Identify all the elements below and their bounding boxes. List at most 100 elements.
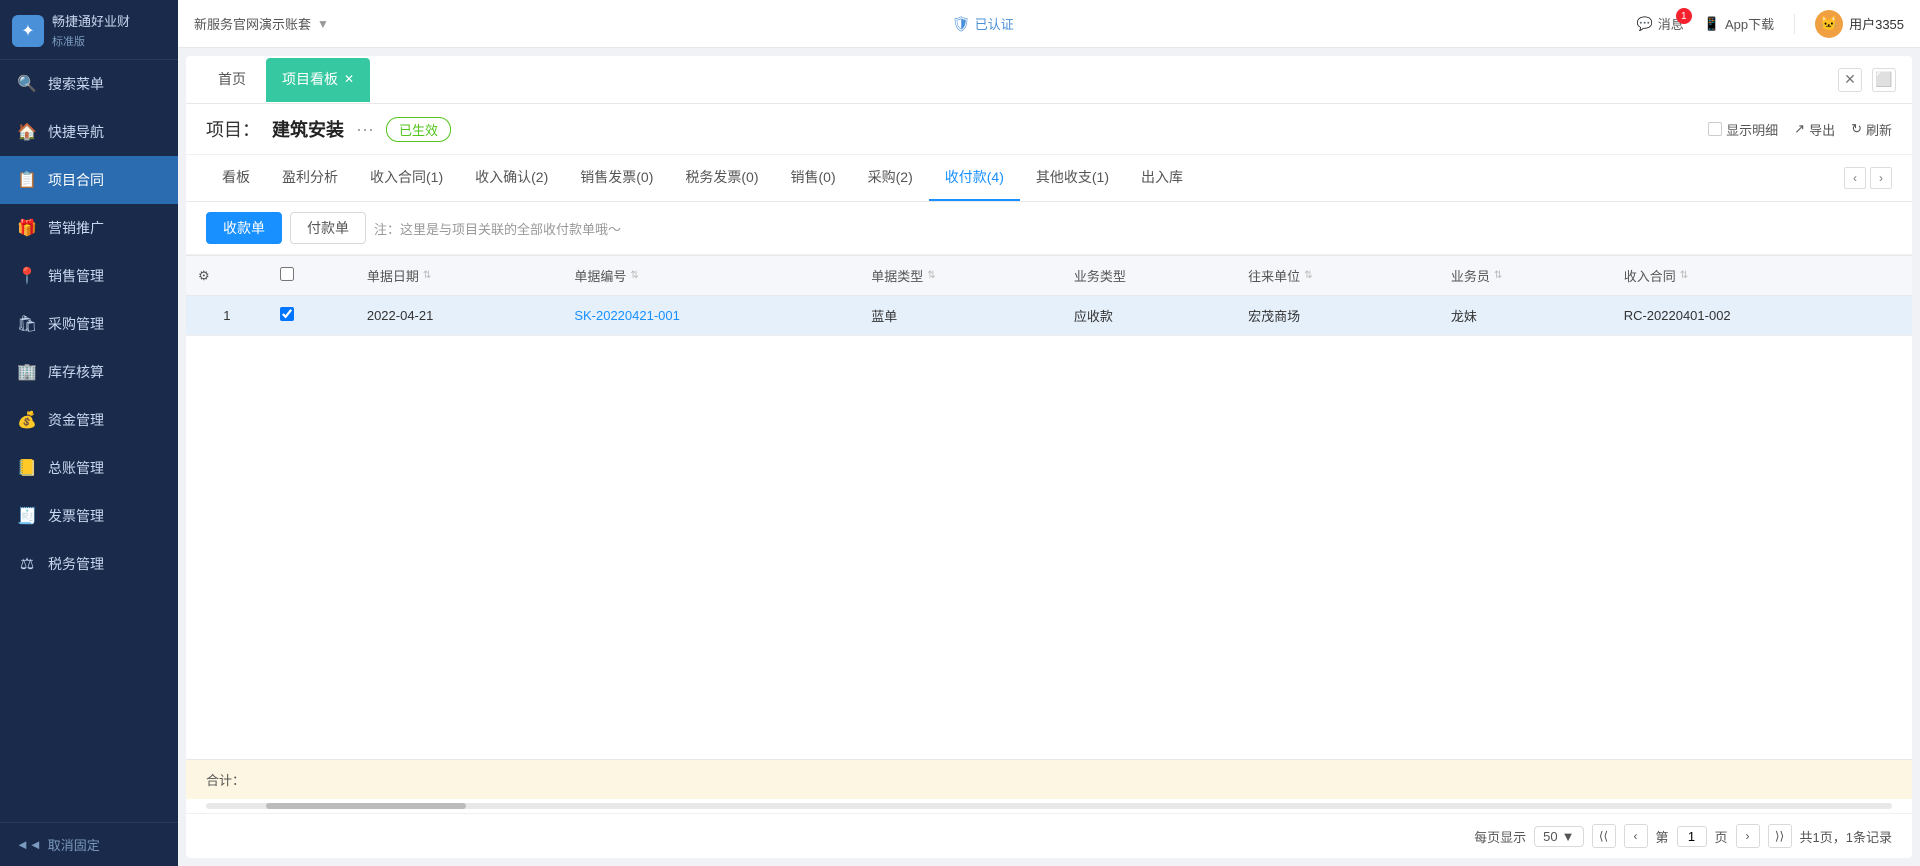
sidebar-label-inventory: 库存核算	[48, 362, 104, 382]
pagination: 每页显示 50 ▼ ⟨⟨ ‹ 第 页 › ⟩⟩ 共1页，1条记录	[186, 813, 1912, 858]
subtab-income-contract[interactable]: 收入合同(1)	[354, 155, 459, 201]
per-page-value: 50	[1543, 829, 1557, 844]
sort-type-icon[interactable]: ⇅	[927, 270, 935, 281]
receipt-toggle[interactable]: 收款单	[206, 212, 282, 244]
tab-project-board-label: 项目看板	[282, 69, 338, 89]
sidebar-item-project[interactable]: 📋 项目合同	[0, 156, 178, 204]
project-header-actions: 显示明细 ↗ 导出 ↻ 刷新	[1708, 120, 1892, 139]
phone-icon: 📱	[1704, 16, 1720, 32]
search-icon: 🔍	[16, 73, 38, 95]
main-area: 新服务官网演示账套 ▼ 🛡 已认证 💬 消息 1 📱 App下载 🐱 用户335…	[178, 0, 1920, 866]
scrollbar-thumb[interactable]	[266, 803, 466, 809]
th-settings[interactable]: ⚙	[186, 256, 268, 296]
subtab-sales[interactable]: 销售(0)	[775, 155, 852, 201]
first-page-button[interactable]: ⟨⟨	[1592, 824, 1616, 848]
subtab-receipts[interactable]: 收付款(4)	[929, 155, 1020, 201]
summary-row: 合计：	[186, 759, 1912, 799]
invoice-icon: 🧾	[16, 505, 38, 527]
account-dropdown-icon[interactable]: ▼	[317, 17, 329, 31]
th-date-label: 单据日期	[367, 266, 419, 285]
refresh-button[interactable]: ↻ 刷新	[1851, 120, 1892, 139]
maximize-window-button[interactable]: ⬜	[1872, 68, 1896, 92]
row-seq: 1	[186, 296, 268, 336]
sort-income-contract-icon[interactable]: ⇅	[1680, 270, 1688, 281]
sort-partner-icon[interactable]: ⇅	[1304, 270, 1312, 281]
topbar-divider	[1794, 14, 1795, 34]
th-biz-type-label: 业务类型	[1074, 269, 1126, 284]
export-button[interactable]: ↗ 导出	[1794, 120, 1835, 139]
sidebar-item-invoice[interactable]: 🧾 发票管理	[0, 492, 178, 540]
sort-salesperson-icon[interactable]: ⇅	[1494, 270, 1502, 281]
sidebar-item-marketing[interactable]: 🎁 营销推广	[0, 204, 178, 252]
table-row[interactable]: 1 2022-04-21 SK-20220421-001 蓝单 应收款 宏茂商场…	[186, 296, 1912, 336]
summary-label: 合计：	[206, 773, 245, 788]
subtab-warehouse[interactable]: 出入库	[1125, 155, 1199, 201]
th-number-label: 单据编号	[574, 266, 626, 285]
subtab-income-confirm[interactable]: 收入确认(2)	[459, 155, 564, 201]
sidebar-item-sales[interactable]: 📍 销售管理	[0, 252, 178, 300]
export-label: 导出	[1809, 120, 1835, 139]
sidebar-item-tax[interactable]: ⚖ 税务管理	[0, 540, 178, 588]
row-type: 蓝单	[859, 296, 1062, 336]
total-label: 共1页，1条记录	[1800, 827, 1892, 846]
sort-number-icon[interactable]: ⇅	[630, 270, 638, 281]
show-detail-checkbox[interactable]	[1708, 122, 1722, 136]
message-badge: 1	[1676, 8, 1692, 24]
row-checkbox[interactable]	[280, 307, 294, 321]
tab-bar: 首页 项目看板 ✕ ✕ ⬜	[186, 56, 1912, 104]
page-label: 第	[1656, 827, 1669, 846]
topbar: 新服务官网演示账套 ▼ 🛡 已认证 💬 消息 1 📱 App下载 🐱 用户335…	[178, 0, 1920, 48]
sidebar-item-ledger[interactable]: 📒 总账管理	[0, 444, 178, 492]
account-selector[interactable]: 新服务官网演示账套 ▼	[194, 14, 329, 33]
row-number[interactable]: SK-20220421-001	[562, 296, 859, 336]
project-more-icon[interactable]: ···	[356, 119, 374, 140]
tab-project-board[interactable]: 项目看板 ✕	[266, 58, 370, 102]
per-page-dropdown-icon[interactable]: ▼	[1562, 829, 1575, 844]
subtab-kanban[interactable]: 看板	[206, 155, 266, 201]
subtab-profit[interactable]: 盈利分析	[266, 155, 354, 201]
th-partner-label: 往来单位	[1248, 266, 1300, 285]
tab-home[interactable]: 首页	[202, 56, 262, 104]
tab-close-icon[interactable]: ✕	[344, 72, 354, 86]
user-menu[interactable]: 🐱 用户3355	[1815, 10, 1904, 38]
subtab-tax-invoice[interactable]: 税务发票(0)	[669, 155, 774, 201]
message-button[interactable]: 💬 消息 1	[1637, 14, 1684, 33]
sidebar-item-purchase[interactable]: 🛍 采购管理	[0, 300, 178, 348]
purchase-icon: 🛍	[16, 313, 38, 335]
th-type-label: 单据类型	[871, 266, 923, 285]
app-download-button[interactable]: 📱 App下载	[1704, 14, 1774, 33]
next-page-button[interactable]: ›	[1736, 824, 1760, 848]
row-checkbox-cell[interactable]	[268, 296, 355, 336]
sort-date-icon[interactable]: ⇅	[423, 270, 431, 281]
payment-toggle[interactable]: 付款单	[290, 212, 366, 244]
per-page-select[interactable]: 50 ▼	[1534, 826, 1583, 847]
scrollbar-track[interactable]	[206, 803, 1892, 809]
sidebar-item-inventory[interactable]: 🏢 库存核算	[0, 348, 178, 396]
toggle-bar: 收款单 付款单 注：这里是与项目关联的全部收付款单哦～	[186, 202, 1912, 255]
horizontal-scrollbar[interactable]	[186, 799, 1912, 813]
tax-icon: ⚖	[16, 553, 38, 575]
ledger-icon: 📒	[16, 457, 38, 479]
page-number-input[interactable]	[1677, 826, 1707, 847]
th-checkbox[interactable]	[268, 256, 355, 296]
row-number-link[interactable]: SK-20220421-001	[574, 308, 680, 323]
sidebar-item-finance[interactable]: 💰 资金管理	[0, 396, 178, 444]
select-all-checkbox[interactable]	[280, 267, 294, 281]
subtab-purchase[interactable]: 采购(2)	[852, 155, 929, 201]
sidebar-item-search[interactable]: 🔍 搜索菜单	[0, 60, 178, 108]
settings-icon[interactable]: ⚙	[198, 268, 210, 283]
show-detail-toggle[interactable]: 显示明细	[1708, 120, 1778, 139]
subtab-bar: 看板 盈利分析 收入合同(1) 收入确认(2) 销售发票(0) 税务发票(0) …	[186, 155, 1912, 202]
close-window-button[interactable]: ✕	[1838, 68, 1862, 92]
subtab-other-income[interactable]: 其他收支(1)	[1020, 155, 1125, 201]
th-salesperson: 业务员 ⇅	[1439, 256, 1612, 296]
th-partner: 往来单位 ⇅	[1236, 256, 1439, 296]
sidebar-item-quicknav[interactable]: 🏠 快捷导航	[0, 108, 178, 156]
subtab-sales-invoice[interactable]: 销售发票(0)	[564, 155, 669, 201]
prev-page-button[interactable]: ‹	[1624, 824, 1648, 848]
unpin-button[interactable]: ◄◄ 取消固定	[0, 822, 178, 866]
unpin-label: 取消固定	[48, 835, 100, 854]
subtab-prev-button[interactable]: ‹	[1844, 167, 1866, 189]
last-page-button[interactable]: ⟩⟩	[1768, 824, 1792, 848]
subtab-next-button[interactable]: ›	[1870, 167, 1892, 189]
